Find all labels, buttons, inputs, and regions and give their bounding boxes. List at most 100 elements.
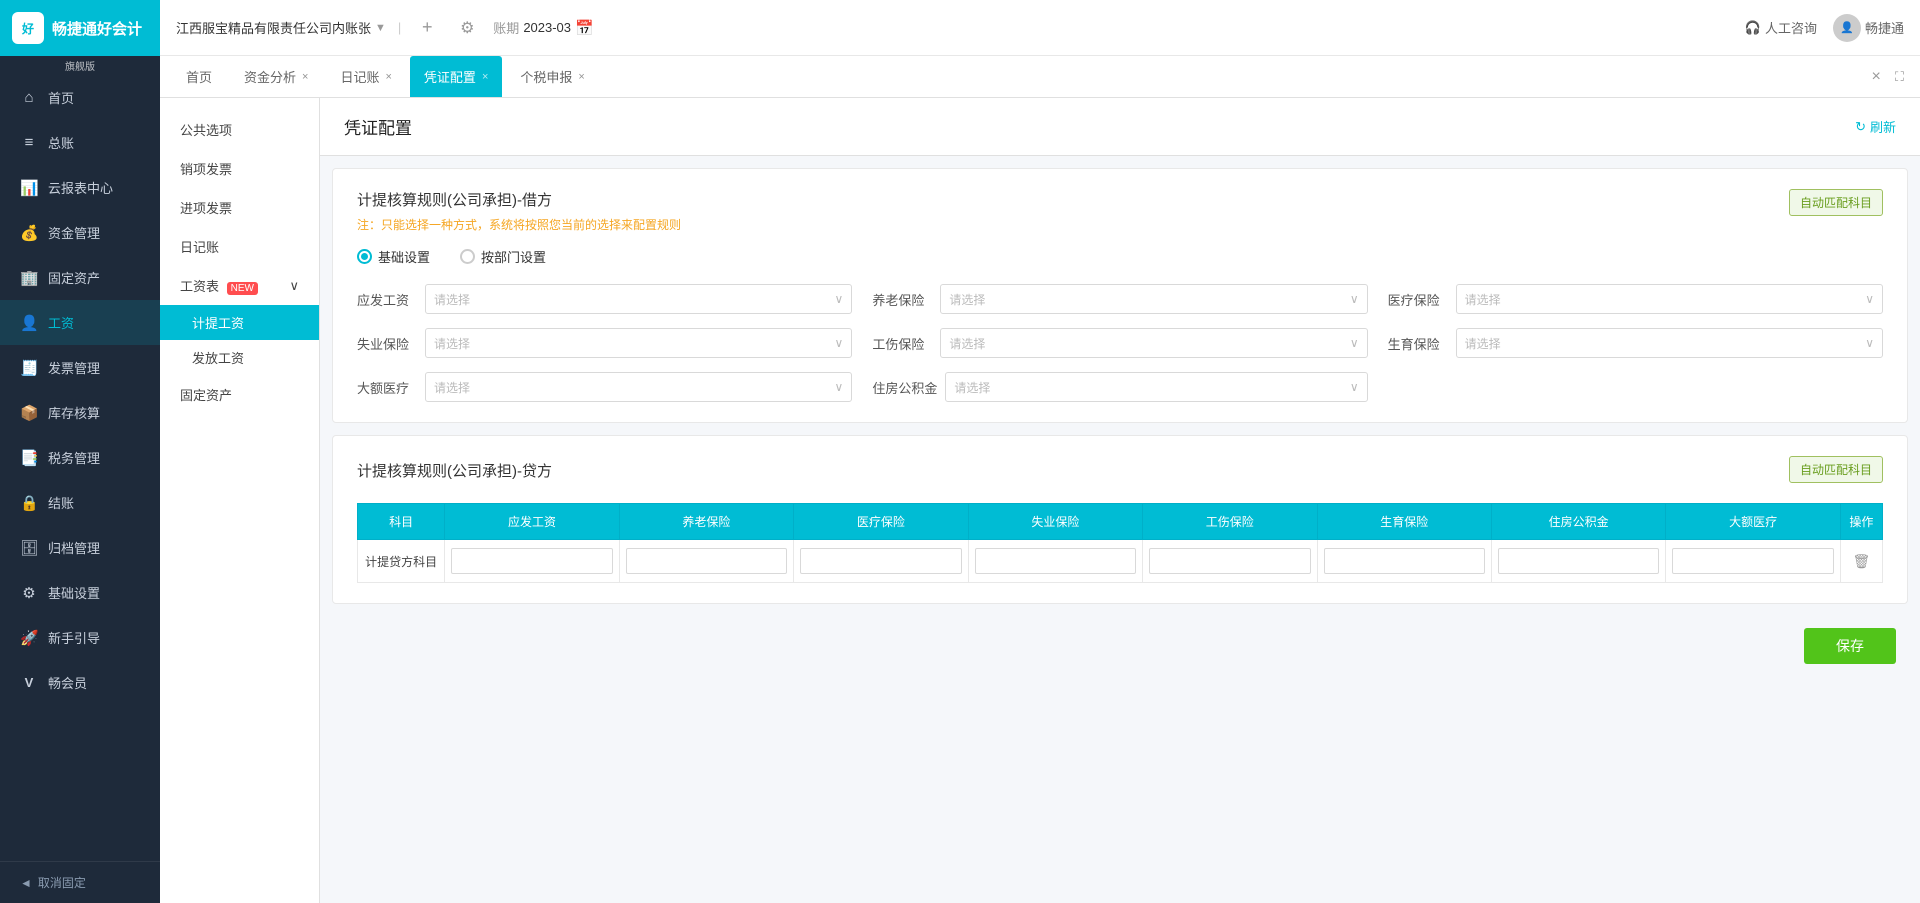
sidebar-item-label: 云报表中心 [48,178,113,197]
close-tab-button[interactable]: × [1868,64,1885,90]
tab-journal-close[interactable]: × [385,71,391,83]
user-menu[interactable]: 👤 畅捷通 [1833,14,1904,42]
period-value: 2023-03 [523,20,571,35]
left-panel-item-fixed-assets[interactable]: 固定资产 [160,375,319,414]
tab-funds[interactable]: 资金分析 × [230,56,322,97]
radio-by-dept[interactable]: 按部门设置 [460,247,546,266]
field-shengyu: 生育保险 请选择 ∨ [1388,328,1883,358]
sidebar-item-member[interactable]: V 畅会员 [0,660,160,705]
label-daeyiliao: 大额医疗 [357,378,417,397]
period-selector: 账期 2023-03 📅 [493,18,593,37]
tab-tax[interactable]: 个税申报 × [506,56,598,97]
sidebar-item-inventory[interactable]: 📦 库存核算 [0,390,160,435]
sidebar: 好 畅捷通好会计 旗舰版 ⌂ 首页 ≡ 总账 📊 云报表中心 💰 资金管理 🏢 … [0,0,160,903]
select-yanglao[interactable]: 请选择 ∨ [940,284,1367,314]
select-gongshang[interactable]: 请选择 ∨ [940,328,1367,358]
select-placeholder: 请选择 [1465,291,1501,308]
select-shengyu[interactable]: 请选择 ∨ [1456,328,1883,358]
tab-journal[interactable]: 日记账 × [326,56,405,97]
cell-yiliao[interactable] [794,540,968,583]
cell-shiye[interactable] [968,540,1142,583]
sidebar-item-home[interactable]: ⌂ 首页 [0,75,160,120]
left-panel-item-sales-invoice[interactable]: 销项发票 [160,149,319,188]
logo-icon: 好 [12,12,44,44]
left-panel-item-journal[interactable]: 日记账 [160,227,319,266]
input-gongjijin[interactable] [1498,548,1659,574]
cell-action[interactable]: 🗑 [1840,540,1882,583]
select-daeyiliao[interactable]: 请选择 ∨ [425,372,852,402]
main-panel: 凭证配置 ↻ 刷新 计提核算规则(公司承担)-借方 注：只能选择一种方式，系统将… [320,98,1920,903]
debit-auto-match-button[interactable]: 自动匹配科目 [1789,189,1883,216]
tab-home-label: 首页 [186,67,212,86]
tab-voucher-config[interactable]: 凭证配置 × [410,56,502,97]
input-yingfagongzi[interactable] [451,548,612,574]
select-arrow-icon: ∨ [1350,380,1359,394]
save-button[interactable]: 保存 [1804,628,1896,664]
select-arrow-icon: ∨ [1350,292,1359,306]
input-yanglao[interactable] [626,548,787,574]
label-yiliao: 医疗保险 [1388,290,1448,309]
input-shengyu[interactable] [1324,548,1485,574]
calendar-icon[interactable]: 📅 [575,19,594,37]
input-yiliao[interactable] [800,548,961,574]
period-label: 账期 [493,18,519,37]
cell-daeyiliao[interactable] [1666,540,1840,583]
sidebar-item-guide[interactable]: 🚀 新手引导 [0,615,160,660]
settings-button[interactable]: ⚙ [453,14,481,42]
separator: | [398,20,401,35]
left-panel-item-pay-salary[interactable]: 发放工资 [160,340,319,375]
salary-icon: 👤 [20,314,38,332]
th-shengyu: 生育保险 [1317,504,1491,540]
left-panel-item-calc-salary[interactable]: 计提工资 [160,305,319,340]
credit-section: 计提核算规则(公司承担)-贷方 自动匹配科目 科目 应发工资 养老保险 医疗保险… [332,435,1908,604]
select-placeholder: 请选择 [949,335,985,352]
sidebar-item-archive[interactable]: 🗄 归档管理 [0,525,160,570]
tabs-actions: × ⛶ [1868,64,1908,90]
left-panel-item-purchase-invoice[interactable]: 进项发票 [160,188,319,227]
tab-funds-close[interactable]: × [302,71,308,83]
select-shiye[interactable]: 请选择 ∨ [425,328,852,358]
sidebar-item-reports[interactable]: 📊 云报表中心 [0,165,160,210]
sidebar-item-funds[interactable]: 💰 资金管理 [0,210,160,255]
delete-row-icon[interactable]: 🗑 [1853,553,1871,569]
cell-gongshang[interactable] [1143,540,1317,583]
select-yiliao[interactable]: 请选择 ∨ [1456,284,1883,314]
add-company-button[interactable]: + [413,14,441,42]
tab-tax-close[interactable]: × [578,71,584,83]
company-selector[interactable]: 江西服宝精品有限责任公司内账张 ▼ [176,18,386,37]
cell-gongjijin[interactable] [1491,540,1665,583]
sidebar-item-label: 资金管理 [48,223,100,242]
input-daeyiliao[interactable] [1672,548,1833,574]
cell-yingfagongzi[interactable] [445,540,619,583]
tab-voucher-config-close[interactable]: × [482,71,488,83]
cell-shengyu[interactable] [1317,540,1491,583]
input-shiye[interactable] [975,548,1136,574]
cell-yanglao[interactable] [619,540,793,583]
sidebar-item-tax-mgmt[interactable]: 📑 税务管理 [0,435,160,480]
page-title: 凭证配置 [344,114,412,139]
unpin-button[interactable]: ◄ 取消固定 [0,861,160,903]
credit-table: 科目 应发工资 养老保险 医疗保险 失业保险 工伤保险 生育保险 住房公积金 大… [357,503,1883,583]
sidebar-item-closing[interactable]: 🔒 结账 [0,480,160,525]
expand-tab-button[interactable]: ⛶ [1891,64,1908,90]
left-panel-group-salary-table[interactable]: 工资表 NEW ∨ [160,266,319,305]
sidebar-item-label: 固定资产 [48,268,100,287]
sidebar-item-ledger[interactable]: ≡ 总账 [0,120,160,165]
sidebar-item-fixed-assets[interactable]: 🏢 固定资产 [0,255,160,300]
funds-icon: 💰 [20,224,38,242]
left-panel-item-public[interactable]: 公共选项 [160,110,319,149]
select-yingfagongzi[interactable]: 请选择 ∨ [425,284,852,314]
avatar: 👤 [1833,14,1861,42]
radio-by-dept-label: 按部门设置 [481,247,546,266]
sidebar-item-label: 库存核算 [48,403,100,422]
service-button[interactable]: 🎧 人工咨询 [1745,18,1817,37]
sidebar-item-invoice-mgmt[interactable]: 🧾 发票管理 [0,345,160,390]
sidebar-item-basic-settings[interactable]: ⚙ 基础设置 [0,570,160,615]
input-gongshang[interactable] [1149,548,1310,574]
sidebar-item-salary[interactable]: 👤 工资 [0,300,160,345]
radio-basic[interactable]: 基础设置 [357,247,430,266]
select-gongjijin[interactable]: 请选择 ∨ [945,372,1367,402]
tab-home[interactable]: 首页 [172,56,226,97]
credit-auto-match-button[interactable]: 自动匹配科目 [1789,456,1883,483]
refresh-button[interactable]: ↻ 刷新 [1855,117,1896,136]
